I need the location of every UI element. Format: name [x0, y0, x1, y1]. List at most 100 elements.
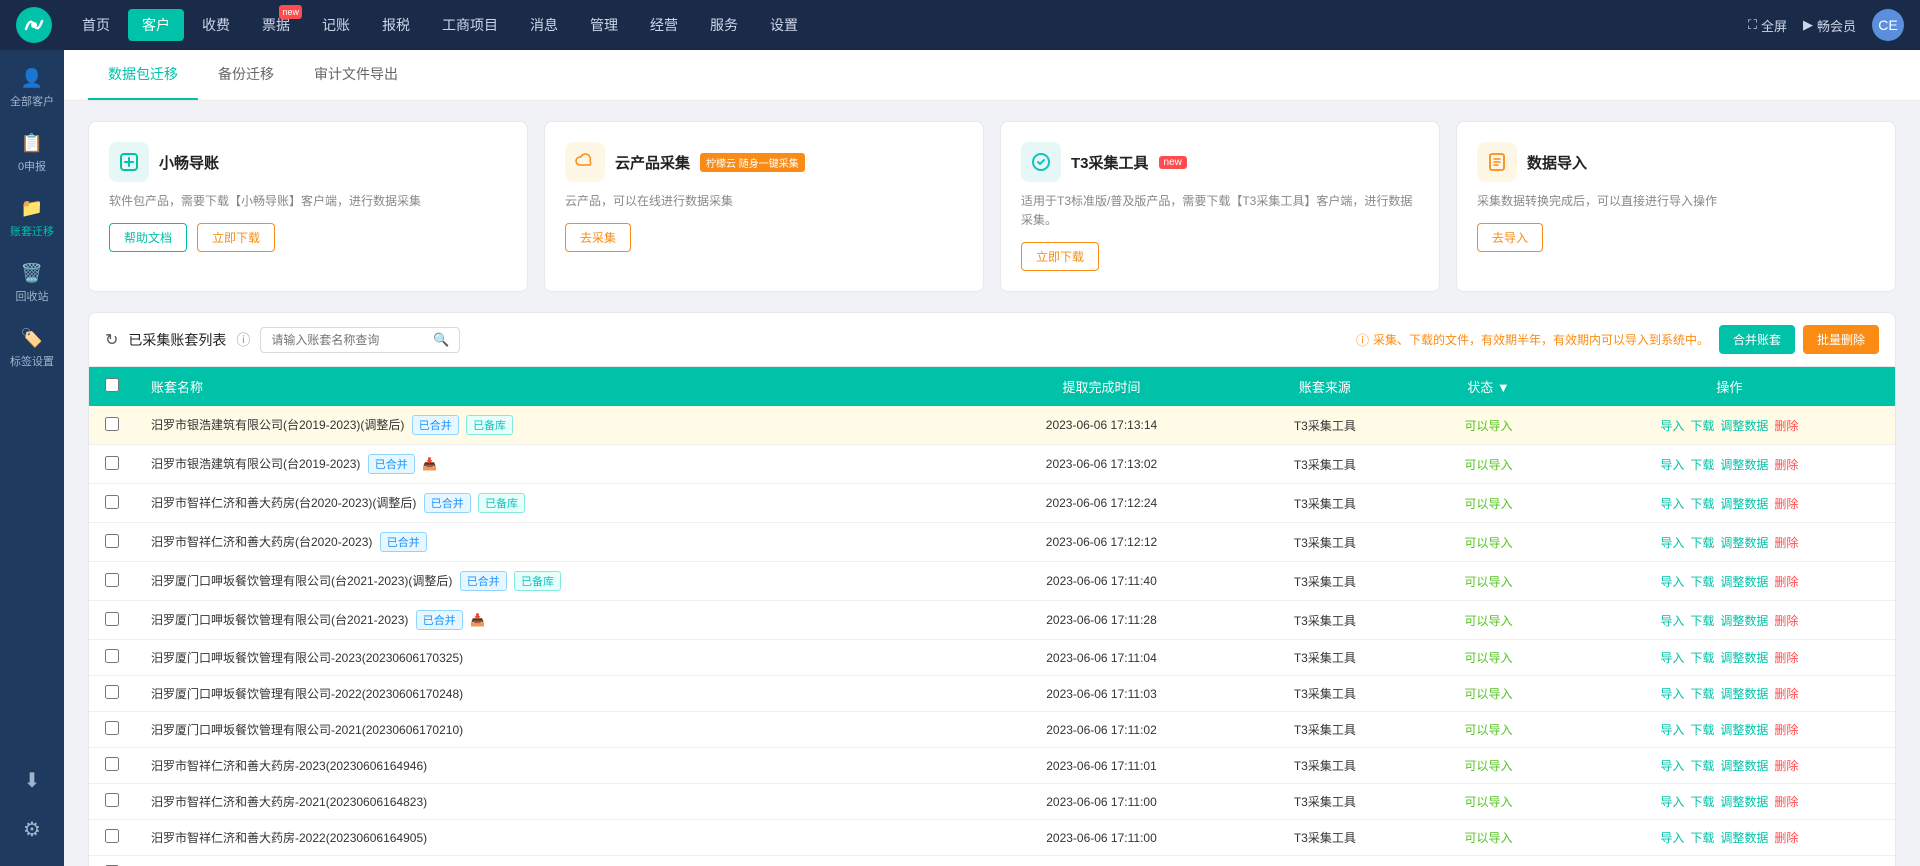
nav-manage[interactable]: 管理	[576, 9, 632, 41]
action-导入[interactable]: 导入	[1660, 723, 1684, 737]
app-logo[interactable]	[16, 7, 52, 43]
import-file-icon[interactable]: 📥	[422, 457, 437, 471]
user-avatar[interactable]: CE	[1872, 9, 1904, 41]
nav-operation[interactable]: 经营	[636, 9, 692, 41]
nav-settings[interactable]: 设置	[756, 9, 812, 41]
action-下载[interactable]: 下载	[1690, 497, 1714, 511]
row-checkbox[interactable]	[105, 829, 119, 843]
sidebar-item-recycle[interactable]: 🗑️ 回收站	[2, 253, 62, 314]
action-调整数据[interactable]: 调整数据	[1720, 419, 1768, 433]
action-下载[interactable]: 下载	[1690, 795, 1714, 809]
t3-download-btn[interactable]: 立即下载	[1021, 242, 1099, 271]
nav-tax[interactable]: 报税	[368, 9, 424, 41]
member-button[interactable]: ▶ 畅会员	[1803, 16, 1856, 35]
select-all-checkbox[interactable]	[105, 378, 119, 392]
nav-business[interactable]: 工商项目	[428, 9, 512, 41]
help-icon[interactable]: ⓘ	[236, 330, 250, 350]
sidebar-item-account-migrate[interactable]: 📁 账套迁移	[2, 188, 62, 249]
action-下载[interactable]: 下载	[1690, 759, 1714, 773]
action-删除[interactable]: 删除	[1774, 575, 1798, 589]
action-导入[interactable]: 导入	[1660, 575, 1684, 589]
go-import-btn[interactable]: 去导入	[1477, 223, 1543, 252]
action-调整数据[interactable]: 调整数据	[1720, 723, 1768, 737]
action-导入[interactable]: 导入	[1660, 795, 1684, 809]
nav-service[interactable]: 服务	[696, 9, 752, 41]
nav-message[interactable]: 消息	[516, 9, 572, 41]
action-调整数据[interactable]: 调整数据	[1720, 651, 1768, 665]
action-删除[interactable]: 删除	[1774, 795, 1798, 809]
sidebar-item-all-customers[interactable]: 👤 全部客户	[2, 58, 62, 119]
action-删除[interactable]: 删除	[1774, 536, 1798, 550]
action-导入[interactable]: 导入	[1660, 614, 1684, 628]
col-status[interactable]: 状态 ▼	[1413, 367, 1564, 406]
action-调整数据[interactable]: 调整数据	[1720, 458, 1768, 472]
search-submit-icon[interactable]: 🔍	[433, 332, 449, 348]
action-导入[interactable]: 导入	[1660, 536, 1684, 550]
action-调整数据[interactable]: 调整数据	[1720, 614, 1768, 628]
action-调整数据[interactable]: 调整数据	[1720, 831, 1768, 845]
action-导入[interactable]: 导入	[1660, 831, 1684, 845]
action-下载[interactable]: 下载	[1690, 723, 1714, 737]
nav-customer[interactable]: 客户	[128, 9, 184, 41]
action-调整数据[interactable]: 调整数据	[1720, 759, 1768, 773]
sidebar-item-tag-settings[interactable]: 🏷️ 标签设置	[2, 318, 62, 379]
action-下载[interactable]: 下载	[1690, 575, 1714, 589]
row-checkbox[interactable]	[105, 456, 119, 470]
action-导入[interactable]: 导入	[1660, 497, 1684, 511]
settings-icon[interactable]: ⚙	[15, 809, 49, 850]
action-调整数据[interactable]: 调整数据	[1720, 575, 1768, 589]
action-删除[interactable]: 删除	[1774, 759, 1798, 773]
merge-accounts-btn[interactable]: 合并账套	[1719, 325, 1795, 354]
refresh-icon[interactable]: ↻	[105, 330, 118, 350]
action-导入[interactable]: 导入	[1660, 419, 1684, 433]
row-checkbox[interactable]	[105, 685, 119, 699]
action-删除[interactable]: 删除	[1774, 687, 1798, 701]
action-删除[interactable]: 删除	[1774, 831, 1798, 845]
tab-backup-migration[interactable]: 备份迁移	[198, 50, 294, 100]
nav-bookkeeping[interactable]: 记账	[308, 9, 364, 41]
action-下载[interactable]: 下载	[1690, 614, 1714, 628]
action-导入[interactable]: 导入	[1660, 687, 1684, 701]
row-checkbox[interactable]	[105, 649, 119, 663]
row-checkbox[interactable]	[105, 495, 119, 509]
xiao-chang-help-btn[interactable]: 帮助文档	[109, 223, 187, 252]
cloud-collect-btn[interactable]: 去采集	[565, 223, 631, 252]
row-checkbox[interactable]	[105, 612, 119, 626]
action-下载[interactable]: 下载	[1690, 419, 1714, 433]
action-导入[interactable]: 导入	[1660, 651, 1684, 665]
action-导入[interactable]: 导入	[1660, 458, 1684, 472]
row-checkbox[interactable]	[105, 534, 119, 548]
row-checkbox[interactable]	[105, 417, 119, 431]
action-下载[interactable]: 下载	[1690, 687, 1714, 701]
action-删除[interactable]: 删除	[1774, 651, 1798, 665]
row-checkbox[interactable]	[105, 757, 119, 771]
row-checkbox[interactable]	[105, 573, 119, 587]
nav-invoice[interactable]: 票据 new	[248, 9, 304, 41]
action-调整数据[interactable]: 调整数据	[1720, 497, 1768, 511]
nav-fee[interactable]: 收费	[188, 9, 244, 41]
action-删除[interactable]: 删除	[1774, 497, 1798, 511]
download-icon[interactable]: ⬇	[16, 760, 49, 801]
batch-delete-btn[interactable]: 批量删除	[1803, 325, 1879, 354]
action-下载[interactable]: 下载	[1690, 458, 1714, 472]
sidebar-item-zero-declare[interactable]: 📋 0申报	[2, 123, 62, 184]
row-checkbox[interactable]	[105, 793, 119, 807]
action-下载[interactable]: 下载	[1690, 831, 1714, 845]
action-删除[interactable]: 删除	[1774, 458, 1798, 472]
action-下载[interactable]: 下载	[1690, 651, 1714, 665]
import-file-icon[interactable]: 📥	[470, 613, 485, 627]
nav-home[interactable]: 首页	[68, 9, 124, 41]
search-input[interactable]	[271, 333, 427, 347]
row-checkbox[interactable]	[105, 721, 119, 735]
action-调整数据[interactable]: 调整数据	[1720, 687, 1768, 701]
action-导入[interactable]: 导入	[1660, 759, 1684, 773]
fullscreen-button[interactable]: ⛶ 全屏	[1748, 16, 1787, 35]
action-下载[interactable]: 下载	[1690, 536, 1714, 550]
action-调整数据[interactable]: 调整数据	[1720, 536, 1768, 550]
action-删除[interactable]: 删除	[1774, 419, 1798, 433]
xiao-chang-download-btn[interactable]: 立即下载	[197, 223, 275, 252]
tab-data-migration[interactable]: 数据包迁移	[88, 50, 198, 100]
action-删除[interactable]: 删除	[1774, 723, 1798, 737]
action-删除[interactable]: 删除	[1774, 614, 1798, 628]
tab-audit-export[interactable]: 审计文件导出	[294, 50, 418, 100]
